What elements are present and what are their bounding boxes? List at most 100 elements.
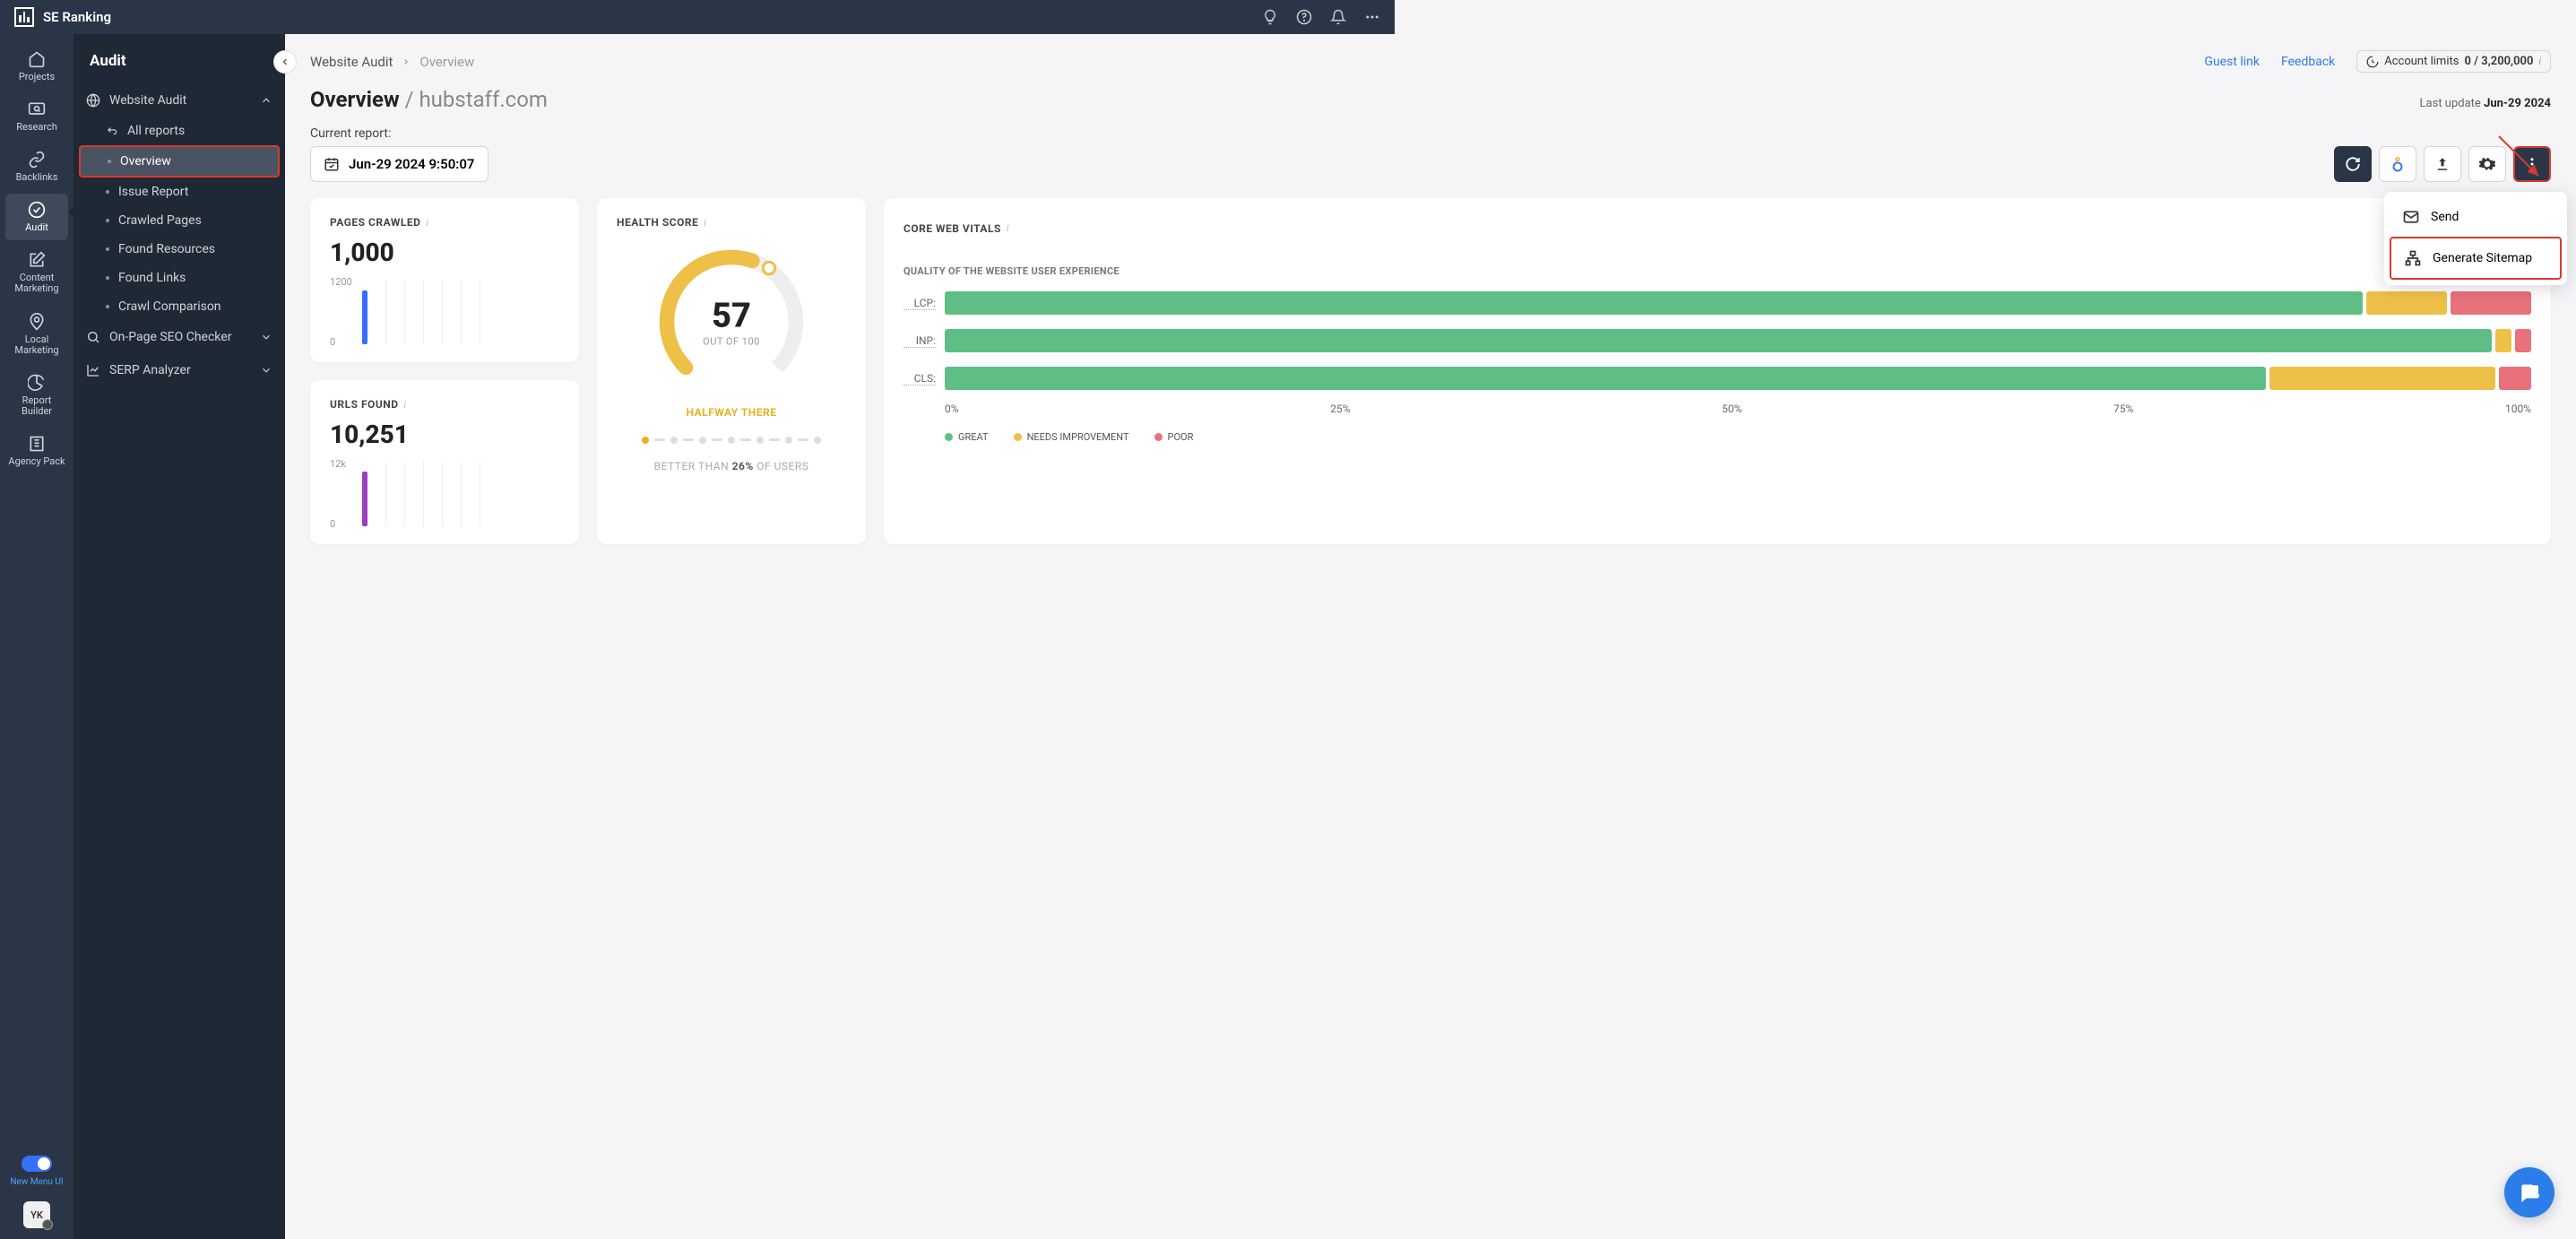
gear-icon: [2478, 155, 2496, 173]
new-menu-toggle-wrap: New Menu UI: [10, 1156, 63, 1187]
bullet-icon: [108, 160, 111, 163]
rail-content-marketing[interactable]: Content Marketing: [5, 244, 68, 301]
sidebar-group-serp-analyzer[interactable]: SERP Analyzer: [73, 354, 285, 386]
urls-found-chart: 12k 0: [330, 462, 559, 526]
user-avatar[interactable]: YK: [23, 1201, 50, 1228]
last-update: Last update Jun-29 2024: [2420, 97, 2551, 110]
breadcrumb-current: Overview: [419, 54, 474, 70]
brand-logo[interactable]: SE Ranking: [14, 7, 111, 27]
cwv-legend: GREAT NEEDS IMPROVEMENT POOR: [945, 431, 2531, 443]
upload-icon: [2434, 156, 2451, 172]
bell-icon[interactable]: [1330, 9, 1346, 25]
report-row: Current report: Jun-29 2024 9:50:07: [285, 121, 2576, 198]
info-icon[interactable]: i: [404, 399, 407, 411]
chevron-right-icon: [402, 57, 411, 66]
info-icon[interactable]: i: [704, 217, 706, 229]
rail-report-builder[interactable]: Report Builder: [5, 367, 68, 424]
rail-agency-pack[interactable]: Agency Pack: [5, 428, 68, 474]
card-urls-found: URLS FOUNDi 10,251 12k 0: [310, 380, 579, 544]
rail-backlinks[interactable]: Backlinks: [5, 143, 68, 190]
info-icon: i: [2538, 56, 2541, 67]
cards-grid: PAGES CRAWLEDi 1,000 1200 0 URLS FOUNDi …: [285, 198, 2576, 562]
brand-name: SE Ranking: [43, 9, 111, 25]
pages-crawled-chart: 1200 0: [330, 280, 559, 344]
sidebar-item-crawled-pages[interactable]: Crawled Pages: [79, 206, 280, 235]
rail-audit[interactable]: Audit: [5, 194, 68, 240]
globe-icon: [86, 93, 100, 108]
pages-crawled-value: 1,000: [330, 238, 559, 267]
cwv-axis: 0%25%50%75%100%: [945, 403, 2531, 415]
health-better-than: BETTER THAN 26% OF USERS: [654, 460, 809, 472]
new-menu-label: New Menu UI: [10, 1177, 63, 1187]
more-actions-dropdown: Send Generate Sitemap: [2384, 192, 2567, 285]
lightbulb-icon[interactable]: [1262, 9, 1278, 25]
chevron-down-icon: [260, 331, 272, 343]
refresh-button[interactable]: [2334, 146, 2372, 182]
looker-button[interactable]: [2379, 146, 2416, 182]
health-sub: OUT OF 100: [703, 336, 760, 348]
title-row: Overview / hubstaff.com Last update Jun-…: [285, 78, 2576, 121]
sidebar-group-onpage-seo[interactable]: On-Page SEO Checker: [73, 321, 285, 354]
dropdown-send[interactable]: Send: [2390, 197, 2562, 237]
calendar-icon: [324, 156, 340, 172]
mail-icon: [2402, 208, 2420, 226]
guest-link[interactable]: Guest link: [2204, 55, 2260, 69]
dropdown-generate-sitemap[interactable]: Generate Sitemap: [2390, 237, 2562, 280]
magnifier-icon: [86, 330, 100, 344]
breadcrumb: Website Audit Overview: [310, 54, 474, 70]
looker-icon: [2390, 156, 2406, 172]
gauge-icon: [2366, 56, 2379, 68]
sidebar-collapse-button[interactable]: [273, 50, 297, 74]
chevron-down-icon: [260, 364, 272, 377]
chat-icon: [2518, 1181, 2541, 1204]
chat-bubble[interactable]: [2504, 1167, 2554, 1217]
topbar: SE Ranking: [0, 0, 1395, 34]
health-dots: [642, 437, 821, 444]
sidebar-item-crawl-comparison[interactable]: Crawl Comparison: [79, 292, 280, 321]
health-gauge: 57 OUT OF 100: [651, 241, 812, 403]
upload-button[interactable]: [2424, 146, 2461, 182]
account-limits[interactable]: Account limits 0 / 3,200,000 i: [2356, 50, 2551, 73]
health-score: 57: [703, 297, 760, 336]
sidebar: Audit Website Audit All reports Overview…: [73, 34, 285, 1239]
sidebar-group-website-audit[interactable]: Website Audit: [73, 84, 285, 117]
sitemap-icon: [2404, 249, 2422, 267]
card-core-web-vitals: CORE WEB VITALSi Great QUALITY OF THE WE…: [884, 198, 2551, 544]
rail-local-marketing[interactable]: Local Marketing: [5, 306, 68, 363]
left-rail: Projects Research Backlinks Audit Conten…: [0, 34, 73, 1239]
health-halfway: HALFWAY THERE: [687, 406, 777, 419]
header-links: Guest link Feedback Account limits 0 / 3…: [2204, 50, 2551, 73]
sidebar-item-found-resources[interactable]: Found Resources: [79, 235, 280, 264]
page-title: Overview / hubstaff.com: [310, 87, 548, 112]
chevron-up-icon: [260, 94, 272, 107]
sidebar-item-all-reports[interactable]: All reports: [79, 117, 280, 145]
breadcrumb-root[interactable]: Website Audit: [310, 54, 393, 70]
report-date-select[interactable]: Jun-29 2024 9:50:07: [310, 146, 488, 182]
more-icon[interactable]: [1364, 9, 1380, 25]
card-health-score: HEALTH SCOREi 57 OUT OF 100 HALFWAY THER…: [597, 198, 866, 544]
header-row: Website Audit Overview Guest link Feedba…: [285, 34, 2576, 78]
rail-projects[interactable]: Projects: [5, 43, 68, 90]
main-content: Website Audit Overview Guest link Feedba…: [285, 34, 2576, 1239]
topbar-actions: [1262, 9, 1380, 25]
chart-icon: [86, 363, 100, 377]
logo-icon: [14, 7, 34, 27]
sidebar-title: Audit: [73, 47, 285, 84]
info-icon[interactable]: i: [1007, 222, 1009, 234]
current-report-label: Current report:: [310, 126, 488, 141]
cwv-row-cls: CLS:: [903, 367, 2531, 390]
rail-research[interactable]: Research: [5, 93, 68, 140]
feedback-link[interactable]: Feedback: [2281, 55, 2335, 69]
sidebar-item-found-links[interactable]: Found Links: [79, 264, 280, 292]
new-menu-toggle[interactable]: [22, 1156, 52, 1172]
urls-found-value: 10,251: [330, 420, 559, 449]
cwv-row-inp: INP:: [903, 329, 2531, 352]
return-icon: [106, 125, 118, 137]
sidebar-item-overview[interactable]: Overview: [79, 145, 280, 178]
card-pages-crawled: PAGES CRAWLEDi 1,000 1200 0: [310, 198, 579, 362]
cwv-subtitle: QUALITY OF THE WEBSITE USER EXPERIENCE: [903, 265, 2531, 277]
cwv-row-lcp: LCP:: [903, 291, 2531, 315]
sidebar-item-issue-report[interactable]: Issue Report: [79, 178, 280, 206]
help-icon[interactable]: [1296, 9, 1312, 25]
info-icon[interactable]: i: [426, 217, 428, 229]
